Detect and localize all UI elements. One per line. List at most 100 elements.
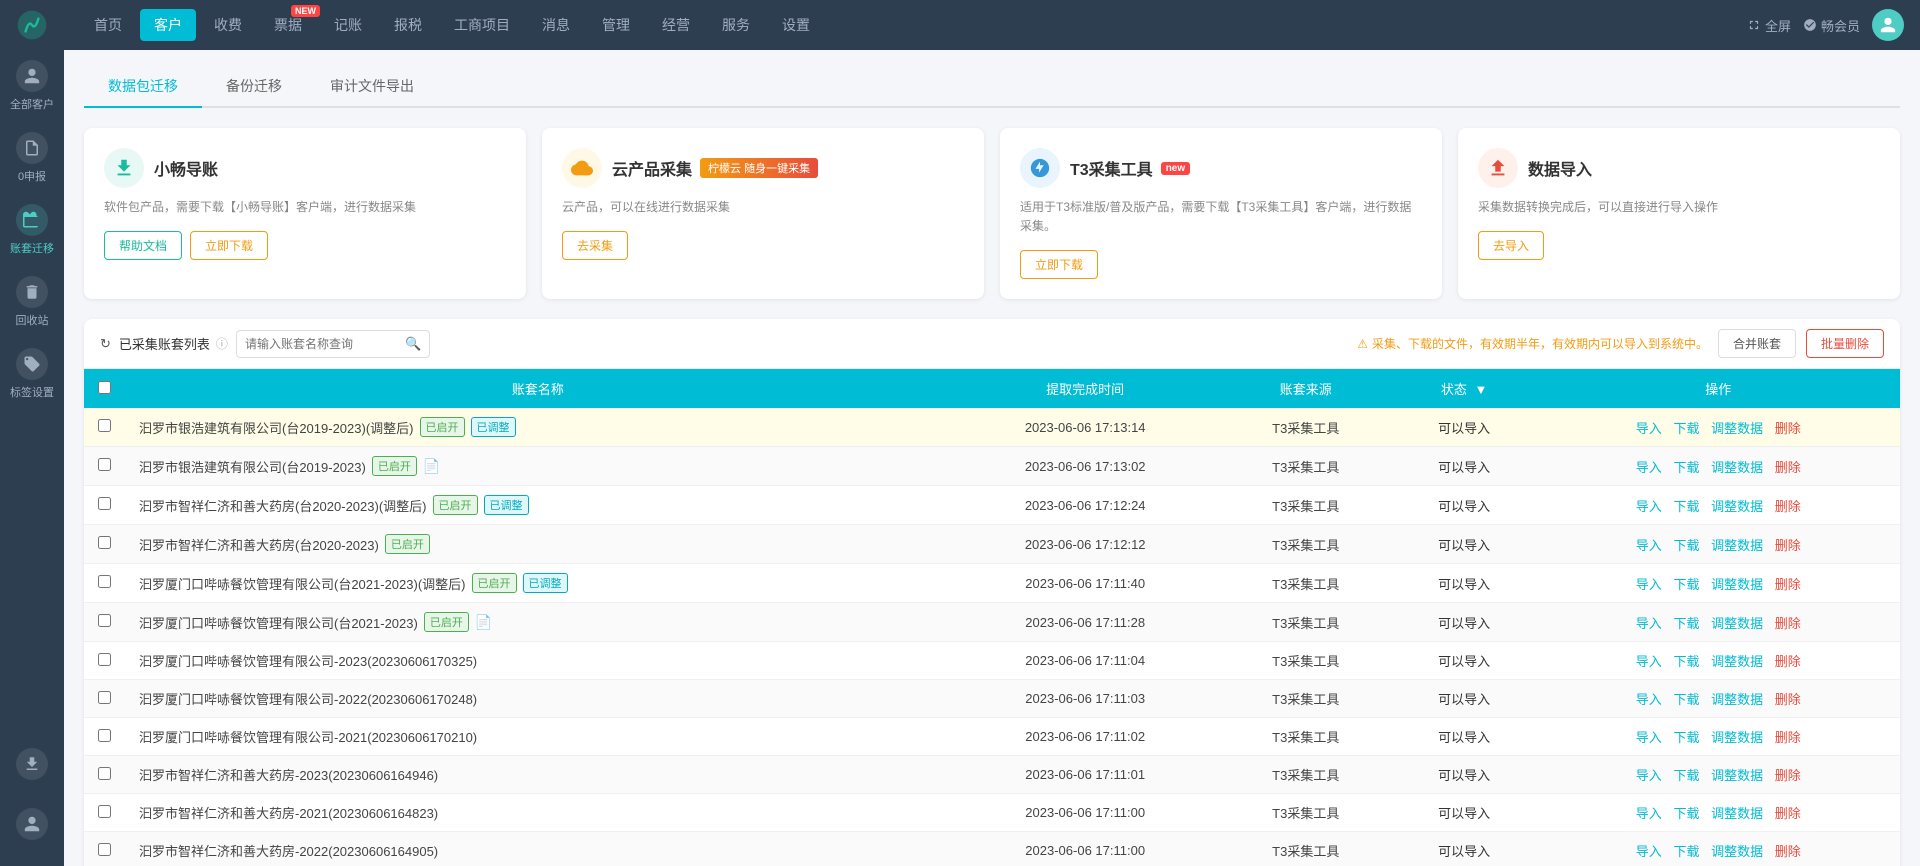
delete-action[interactable]: 删除 <box>1771 692 1805 707</box>
download-action[interactable]: 下载 <box>1669 538 1703 553</box>
row-checkbox-7[interactable] <box>98 691 111 704</box>
batch-delete-button[interactable]: 批量删除 <box>1806 329 1884 358</box>
row-checkbox-11[interactable] <box>98 843 111 856</box>
table-info-icon[interactable]: ⓘ <box>216 335 228 352</box>
adjust-action[interactable]: 调整数据 <box>1707 460 1767 475</box>
row-checkbox-5[interactable] <box>98 614 111 627</box>
download-now-button-3[interactable]: 立即下载 <box>1020 250 1098 279</box>
nav-item-bookkeeping[interactable]: 记账 <box>320 9 376 41</box>
row-checkbox-2[interactable] <box>98 497 111 510</box>
delete-action[interactable]: 删除 <box>1771 577 1805 592</box>
search-input[interactable] <box>245 337 405 351</box>
adjust-action[interactable]: 调整数据 <box>1707 499 1767 514</box>
adjust-action[interactable]: 调整数据 <box>1707 654 1767 669</box>
import-action[interactable]: 导入 <box>1632 460 1666 475</box>
nav-item-tax[interactable]: 报税 <box>380 9 436 41</box>
download-action[interactable]: 下载 <box>1669 577 1703 592</box>
adjust-action[interactable]: 调整数据 <box>1707 806 1767 821</box>
row-actions: 导入 下载 调整数据 删除 <box>1537 642 1900 680</box>
nav-item-billing[interactable]: 收费 <box>200 9 256 41</box>
row-checkbox-10[interactable] <box>98 805 111 818</box>
status-filter-icon[interactable]: ▼ <box>1475 382 1488 397</box>
collect-button[interactable]: 去采集 <box>562 231 628 260</box>
sidebar-item-all-clients[interactable]: 全部客户 <box>0 50 64 122</box>
nav-item-manage[interactable]: 管理 <box>588 9 644 41</box>
tag-adjusted: 已调整 <box>523 573 568 593</box>
import-action[interactable]: 导入 <box>1632 421 1666 436</box>
delete-action[interactable]: 删除 <box>1771 730 1805 745</box>
import-action[interactable]: 导入 <box>1632 616 1666 631</box>
delete-action[interactable]: 删除 <box>1771 806 1805 821</box>
import-action[interactable]: 导入 <box>1632 806 1666 821</box>
adjust-action[interactable]: 调整数据 <box>1707 616 1767 631</box>
row-checkbox-1[interactable] <box>98 458 111 471</box>
adjust-action[interactable]: 调整数据 <box>1707 577 1767 592</box>
nav-item-service[interactable]: 服务 <box>708 9 764 41</box>
import-action[interactable]: 导入 <box>1632 538 1666 553</box>
import-action[interactable]: 导入 <box>1632 730 1666 745</box>
nav-item-home[interactable]: 首页 <box>80 9 136 41</box>
row-checkbox-6[interactable] <box>98 653 111 666</box>
help-doc-button[interactable]: 帮助文档 <box>104 231 182 260</box>
sidebar-item-recycle[interactable]: 回收站 <box>0 266 64 338</box>
download-action[interactable]: 下载 <box>1669 768 1703 783</box>
row-checkbox-0[interactable] <box>98 419 111 432</box>
adjust-action[interactable]: 调整数据 <box>1707 538 1767 553</box>
merge-button[interactable]: 合并账套 <box>1718 329 1796 358</box>
nav-item-business[interactable]: 工商项目 <box>440 9 524 41</box>
download-action[interactable]: 下载 <box>1669 460 1703 475</box>
sidebar-item-tag-settings[interactable]: 标签设置 <box>0 338 64 410</box>
row-checkbox-8[interactable] <box>98 729 111 742</box>
import-action[interactable]: 导入 <box>1632 654 1666 669</box>
download-action[interactable]: 下载 <box>1669 616 1703 631</box>
download-action[interactable]: 下载 <box>1669 692 1703 707</box>
download-now-button-1[interactable]: 立即下载 <box>190 231 268 260</box>
tab-audit-export[interactable]: 审计文件导出 <box>306 66 438 108</box>
delete-action[interactable]: 删除 <box>1771 460 1805 475</box>
delete-action[interactable]: 删除 <box>1771 844 1805 859</box>
nav-item-messages[interactable]: 消息 <box>528 9 584 41</box>
sidebar-item-user-bottom[interactable] <box>0 798 64 850</box>
user-avatar[interactable] <box>1872 9 1904 41</box>
import-action[interactable]: 导入 <box>1632 692 1666 707</box>
adjust-action[interactable]: 调整数据 <box>1707 844 1767 859</box>
search-icon[interactable]: 🔍 <box>405 336 421 352</box>
download-action[interactable]: 下载 <box>1669 421 1703 436</box>
import-action[interactable]: 导入 <box>1632 768 1666 783</box>
fullscreen-button[interactable]: 全屏 <box>1747 16 1791 35</box>
import-action[interactable]: 导入 <box>1632 577 1666 592</box>
row-checkbox-9[interactable] <box>98 767 111 780</box>
download-action[interactable]: 下载 <box>1669 499 1703 514</box>
adjust-action[interactable]: 调整数据 <box>1707 730 1767 745</box>
download-action[interactable]: 下载 <box>1669 806 1703 821</box>
adjust-action[interactable]: 调整数据 <box>1707 768 1767 783</box>
download-action[interactable]: 下载 <box>1669 844 1703 859</box>
delete-action[interactable]: 删除 <box>1771 654 1805 669</box>
sidebar-item-download[interactable] <box>0 738 64 790</box>
sidebar-item-account-migration[interactable]: 账套迁移 <box>0 194 64 266</box>
nav-item-clients[interactable]: 客户 <box>140 9 196 41</box>
delete-action[interactable]: 删除 <box>1771 421 1805 436</box>
import-action[interactable]: 导入 <box>1632 844 1666 859</box>
import-button[interactable]: 去导入 <box>1478 231 1544 260</box>
select-all-checkbox[interactable] <box>98 381 111 394</box>
nav-item-operation[interactable]: 经营 <box>648 9 704 41</box>
delete-action[interactable]: 删除 <box>1771 768 1805 783</box>
delete-action[interactable]: 删除 <box>1771 499 1805 514</box>
row-checkbox-3[interactable] <box>98 536 111 549</box>
tab-data-migration[interactable]: 数据包迁移 <box>84 66 202 108</box>
tag-opened: 已启开 <box>472 573 517 593</box>
tab-backup-migration[interactable]: 备份迁移 <box>202 66 306 108</box>
import-action[interactable]: 导入 <box>1632 499 1666 514</box>
nav-item-settings[interactable]: 设置 <box>768 9 824 41</box>
sidebar-item-zero-report[interactable]: 0申报 <box>0 122 64 194</box>
download-action[interactable]: 下载 <box>1669 654 1703 669</box>
delete-action[interactable]: 删除 <box>1771 616 1805 631</box>
member-button[interactable]: 畅会员 <box>1803 16 1860 35</box>
adjust-action[interactable]: 调整数据 <box>1707 421 1767 436</box>
adjust-action[interactable]: 调整数据 <box>1707 692 1767 707</box>
refresh-icon[interactable]: ↻ <box>100 336 111 352</box>
download-action[interactable]: 下载 <box>1669 730 1703 745</box>
delete-action[interactable]: 删除 <box>1771 538 1805 553</box>
row-checkbox-4[interactable] <box>98 575 111 588</box>
